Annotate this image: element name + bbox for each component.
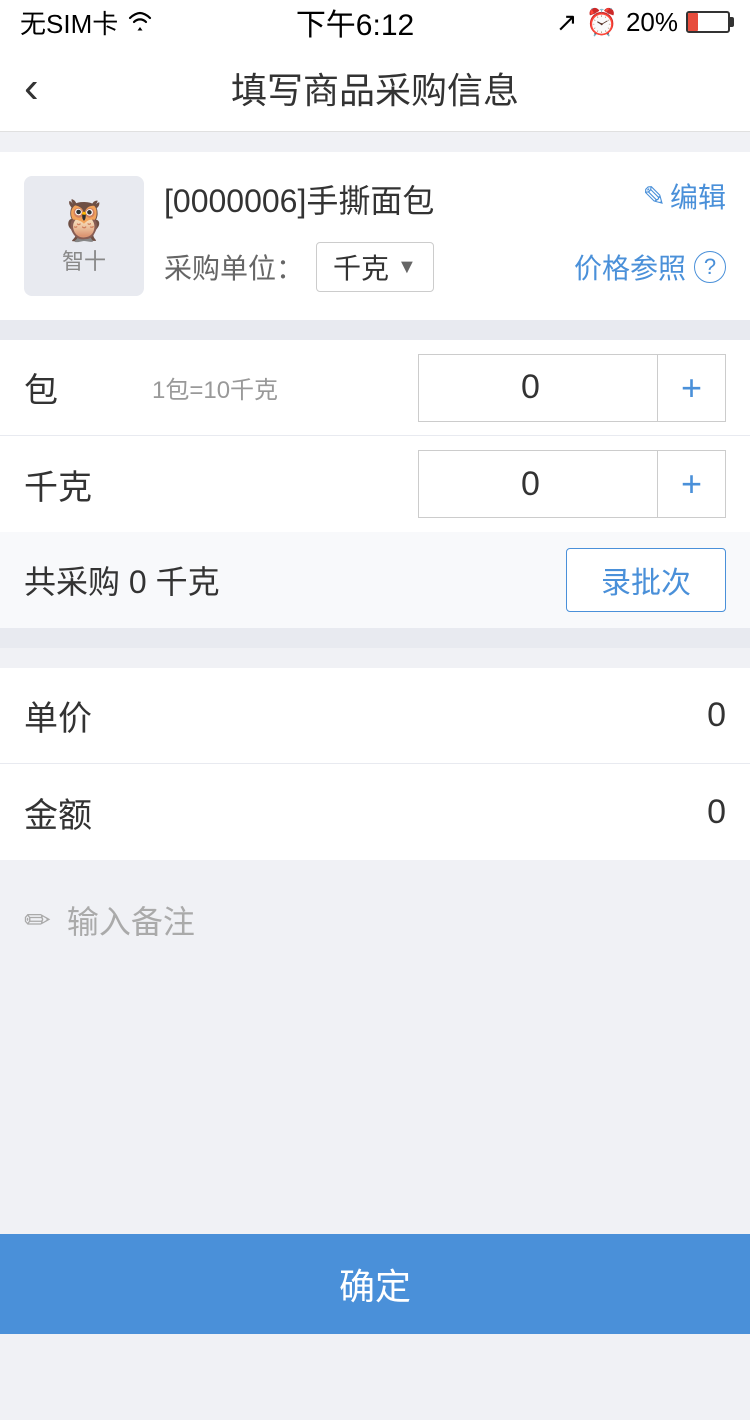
- package-input-row: 包 1包=10千克 +: [0, 340, 750, 436]
- edit-icon: ✎: [643, 180, 666, 213]
- notes-section[interactable]: ✏ 输入备注: [0, 860, 750, 980]
- kg-input-row: 千克 +: [0, 436, 750, 532]
- nav-bar: ‹ 填写商品采购信息: [0, 44, 750, 132]
- record-batch-button[interactable]: 录批次: [566, 548, 726, 612]
- kg-label: 千克: [24, 460, 144, 509]
- product-logo: 🦉: [59, 197, 109, 244]
- battery-text: 20%: [626, 7, 678, 38]
- product-name: [0000006]手撕面包: [164, 176, 434, 222]
- kg-plus-button[interactable]: +: [658, 450, 726, 518]
- product-unit-row: 采购单位： 千克 ▼ 价格参照 ?: [164, 242, 726, 292]
- unit-value: 千克: [333, 247, 389, 287]
- help-icon: ?: [694, 251, 726, 283]
- amount-label: 金额: [24, 788, 92, 837]
- package-sublabel: 1包=10千克: [152, 370, 278, 405]
- package-plus-button[interactable]: +: [658, 354, 726, 422]
- product-card: 🦉 智十 [0000006]手撕面包 ✎ 编辑 采购单位： 千克 ▼: [0, 152, 750, 320]
- section-divider-1: [0, 320, 750, 340]
- package-label: 包: [24, 363, 144, 412]
- unit-price-value: 0: [707, 696, 726, 735]
- carrier-text: 无SIM卡: [20, 4, 118, 41]
- wifi-icon: [126, 7, 154, 38]
- amount-row: 金额 0: [0, 764, 750, 860]
- summary-text: 共采购 0 千克: [24, 557, 220, 603]
- status-bar-right: ↗ ⏰ 20%: [556, 7, 730, 38]
- notes-placeholder: 输入备注: [67, 897, 195, 943]
- status-bar-time: 下午6:12: [296, 0, 414, 44]
- status-bar: 无SIM卡 下午6:12 ↗ ⏰ 20%: [0, 0, 750, 44]
- alarm-icon: ⏰: [586, 7, 618, 38]
- page-title: 填写商品采购信息: [231, 62, 519, 114]
- edit-button[interactable]: ✎ 编辑: [643, 176, 726, 216]
- section-divider-2: [0, 628, 750, 648]
- amount-value: 0: [707, 793, 726, 832]
- location-icon: ↗: [556, 7, 578, 38]
- input-section: 包 1包=10千克 + 千克 +: [0, 340, 750, 532]
- status-bar-left: 无SIM卡: [20, 4, 154, 41]
- product-logo-text: 智十: [62, 244, 106, 276]
- back-button[interactable]: ‹: [24, 66, 39, 110]
- edit-label: 编辑: [670, 176, 726, 216]
- kg-field-wrapper: +: [418, 450, 726, 518]
- price-ref-label: 价格参照: [574, 247, 686, 287]
- battery-icon: [686, 11, 730, 33]
- package-input[interactable]: [418, 354, 658, 422]
- unit-label: 采购单位：: [164, 247, 304, 287]
- package-field-wrapper: +: [418, 354, 726, 422]
- price-section: 单价 0 金额 0: [0, 668, 750, 860]
- summary-section: 共采购 0 千克 录批次: [0, 532, 750, 628]
- product-name-row: [0000006]手撕面包 ✎ 编辑: [164, 176, 726, 222]
- price-ref-button[interactable]: 价格参照 ?: [574, 247, 726, 287]
- kg-input[interactable]: [418, 450, 658, 518]
- confirm-button[interactable]: 确定: [0, 1234, 750, 1334]
- unit-price-row: 单价 0: [0, 668, 750, 764]
- main-content: 🦉 智十 [0000006]手撕面包 ✎ 编辑 采购单位： 千克 ▼: [0, 152, 750, 1420]
- pencil-icon: ✏: [24, 901, 51, 939]
- product-image: 🦉 智十: [24, 176, 144, 296]
- chevron-down-icon: ▼: [397, 256, 417, 279]
- product-info: [0000006]手撕面包 ✎ 编辑 采购单位： 千克 ▼ 价格参照 ?: [164, 176, 726, 292]
- unit-price-label: 单价: [24, 691, 92, 740]
- unit-select[interactable]: 千克 ▼: [316, 242, 434, 292]
